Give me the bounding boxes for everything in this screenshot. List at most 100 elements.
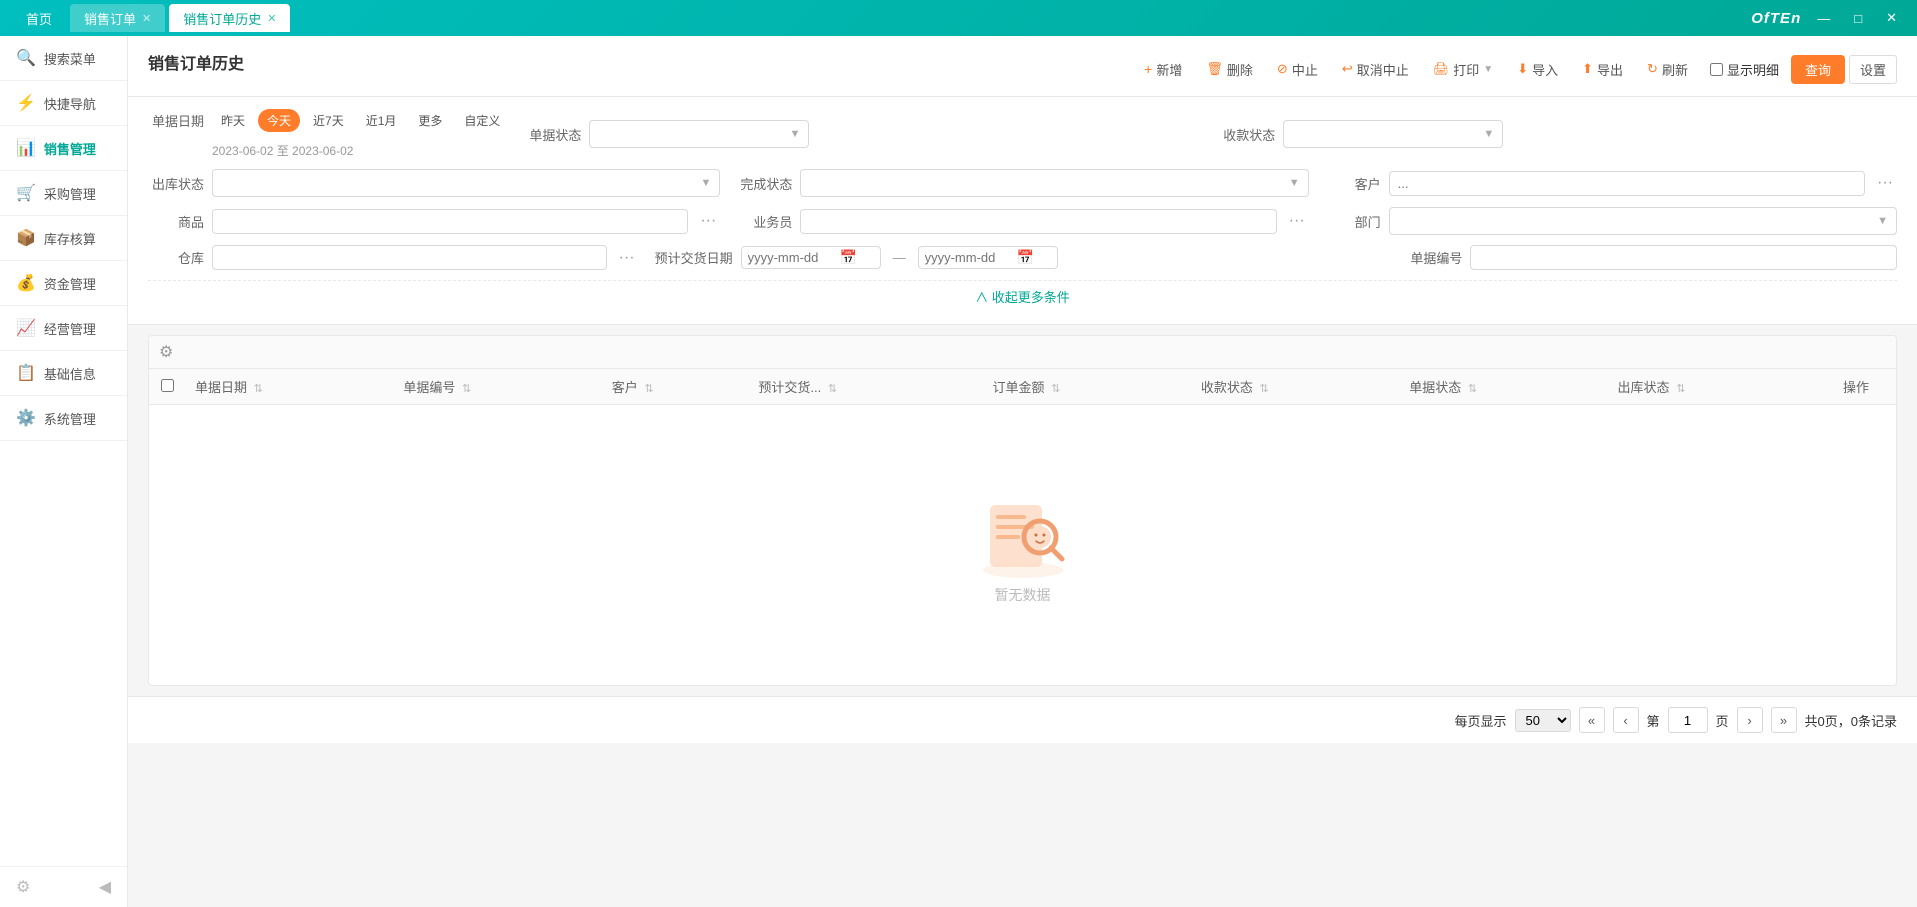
warehouse-dots[interactable]: ···: [615, 249, 639, 267]
jump-suffix: 页: [1716, 711, 1729, 730]
tab-sales-history-close[interactable]: ✕: [267, 12, 276, 25]
product-input[interactable]: [212, 209, 688, 234]
minimize-btn[interactable]: —: [1809, 9, 1838, 28]
table-wrap: ⚙ 单据日期 ⇅ 单据编号 ⇅: [148, 335, 1897, 686]
top-bar-right: OfTEn — □ ✕: [1751, 8, 1905, 28]
warehouse-label: 仓库: [148, 248, 204, 267]
sidebar-item-system[interactable]: ⚙️ 系统管理: [0, 396, 127, 441]
btn-settings[interactable]: 设置: [1849, 55, 1897, 84]
refresh-icon: ↻: [1647, 61, 1658, 77]
display-toggle-checkbox[interactable]: [1710, 63, 1723, 76]
btn-add[interactable]: + 新增: [1134, 56, 1192, 83]
th-receipt-status-label: 收款状态: [1201, 380, 1253, 395]
salesperson-input[interactable]: [800, 209, 1276, 234]
btn-print[interactable]: 🖨 打印 ▼: [1423, 56, 1503, 83]
btn-last-page[interactable]: »: [1771, 707, 1797, 733]
sidebar-collapse-icon[interactable]: ◀: [99, 877, 111, 897]
date-from-input[interactable]: [748, 250, 836, 265]
btn-first-page[interactable]: «: [1579, 707, 1605, 733]
th-date-sort[interactable]: ⇅: [254, 383, 263, 395]
date-from-wrap: 📅: [741, 246, 881, 269]
th-bill-no-sort[interactable]: ⇅: [462, 383, 471, 395]
filter-section: 单据日期 昨天 今天 近7天 近1月 更多 自定义 2023-06-02 至 2…: [128, 97, 1917, 325]
empty-illustration: [968, 485, 1078, 585]
date-btn-today[interactable]: 今天: [258, 109, 300, 132]
sidebar-item-search[interactable]: 🔍 搜索菜单: [0, 36, 127, 81]
btn-export[interactable]: ⬆ 导出: [1572, 56, 1633, 83]
tab-home[interactable]: 首页: [12, 4, 66, 32]
btn-delete[interactable]: 🗑 删除: [1196, 56, 1263, 83]
th-out-status-sort[interactable]: ⇅: [1676, 383, 1685, 395]
complete-status-chevron: ▼: [1289, 177, 1300, 189]
first-page-icon: «: [1588, 713, 1595, 728]
collapse-bar[interactable]: ∧ 收起更多条件: [148, 280, 1897, 312]
sidebar-settings-icon[interactable]: ⚙: [16, 877, 30, 897]
basic-icon: 📋: [16, 363, 36, 383]
th-checkbox: [149, 369, 185, 405]
salesperson-label: 业务员: [736, 212, 792, 231]
tab-sales-order[interactable]: 销售订单 ✕: [70, 4, 165, 32]
th-operation: 操作: [1816, 369, 1896, 405]
cal-to-icon[interactable]: 📅: [1017, 249, 1034, 266]
bill-no-input[interactable]: [1470, 245, 1897, 270]
date-btn-custom[interactable]: 自定义: [455, 109, 509, 132]
empty-text: 暂无数据: [995, 585, 1051, 605]
display-toggle[interactable]: 显示明细: [1710, 60, 1779, 79]
th-bill-status-sort[interactable]: ⇅: [1468, 383, 1477, 395]
btn-prev-page[interactable]: ‹: [1613, 707, 1639, 733]
cal-from-icon[interactable]: 📅: [840, 249, 857, 266]
tab-sales-history[interactable]: 销售订单历史 ✕: [169, 4, 290, 32]
restore-btn[interactable]: □: [1846, 9, 1870, 28]
warehouse-input[interactable]: [212, 245, 607, 270]
customer-dots[interactable]: ···: [1873, 174, 1897, 192]
sidebar-item-system-label: 系统管理: [44, 409, 96, 428]
bill-status-select[interactable]: ▼: [589, 120, 809, 148]
salesperson-dots[interactable]: ···: [1285, 212, 1309, 230]
sidebar-item-sales[interactable]: 📊 销售管理: [0, 126, 127, 171]
tab-sales-order-close[interactable]: ✕: [142, 12, 151, 25]
sidebar-item-nav[interactable]: ⚡ 快捷导航: [0, 81, 127, 126]
btn-cancel-stop[interactable]: ↩ 取消中止: [1332, 56, 1419, 83]
date-to-input[interactable]: [925, 250, 1013, 265]
sidebar-item-purchase-label: 采购管理: [44, 184, 96, 203]
th-bill-status-label: 单据状态: [1409, 380, 1461, 395]
btn-query[interactable]: 查询: [1791, 55, 1845, 84]
date-btn-more[interactable]: 更多: [409, 109, 451, 132]
date-btn-7days[interactable]: 近7天: [304, 109, 353, 132]
receipt-status-select[interactable]: ▼: [1283, 120, 1503, 148]
sidebar-item-inventory-label: 库存核算: [44, 229, 96, 248]
sidebar-item-operation[interactable]: 📈 经营管理: [0, 306, 127, 351]
th-expected-delivery-sort[interactable]: ⇅: [828, 383, 837, 395]
close-btn[interactable]: ✕: [1878, 8, 1905, 28]
th-receipt-status-sort[interactable]: ⇅: [1259, 383, 1268, 395]
complete-status-select[interactable]: ▼: [800, 169, 1308, 197]
date-btn-1month[interactable]: 近1月: [357, 109, 406, 132]
page-input[interactable]: [1668, 707, 1708, 733]
th-customer-sort[interactable]: ⇅: [644, 383, 653, 395]
date-btn-yesterday[interactable]: 昨天: [212, 109, 254, 132]
bill-status-chevron: ▼: [790, 128, 801, 140]
btn-refresh[interactable]: ↻ 刷新: [1637, 56, 1698, 83]
th-amount-sort[interactable]: ⇅: [1051, 383, 1060, 395]
th-out-status: 出库状态 ⇅: [1608, 369, 1816, 405]
btn-next-page[interactable]: ›: [1737, 707, 1763, 733]
date-separator: —: [889, 250, 910, 265]
btn-import[interactable]: ⬇ 导入: [1507, 56, 1568, 83]
dept-label: 部门: [1325, 212, 1381, 231]
btn-stop[interactable]: ⊘ 中止: [1267, 56, 1328, 83]
th-expected-delivery: 预计交货... ⇅: [748, 369, 982, 405]
date-to-wrap: 📅: [918, 246, 1058, 269]
table-settings-icon[interactable]: ⚙: [159, 342, 173, 362]
product-dots[interactable]: ···: [696, 212, 720, 230]
page-size-select[interactable]: 20 50 100: [1515, 709, 1571, 732]
sidebar-item-inventory[interactable]: 📦 库存核算: [0, 216, 127, 261]
th-amount-label: 订单金额: [992, 380, 1044, 395]
out-status-select[interactable]: ▼: [212, 169, 720, 197]
customer-input[interactable]: [1389, 171, 1865, 196]
dept-select[interactable]: ▼: [1389, 207, 1897, 235]
sidebar-item-basic[interactable]: 📋 基础信息: [0, 351, 127, 396]
sidebar-item-finance[interactable]: 💰 资金管理: [0, 261, 127, 306]
select-all-checkbox[interactable]: [161, 379, 174, 392]
export-icon: ⬆: [1582, 61, 1593, 77]
sidebar-item-purchase[interactable]: 🛒 采购管理: [0, 171, 127, 216]
